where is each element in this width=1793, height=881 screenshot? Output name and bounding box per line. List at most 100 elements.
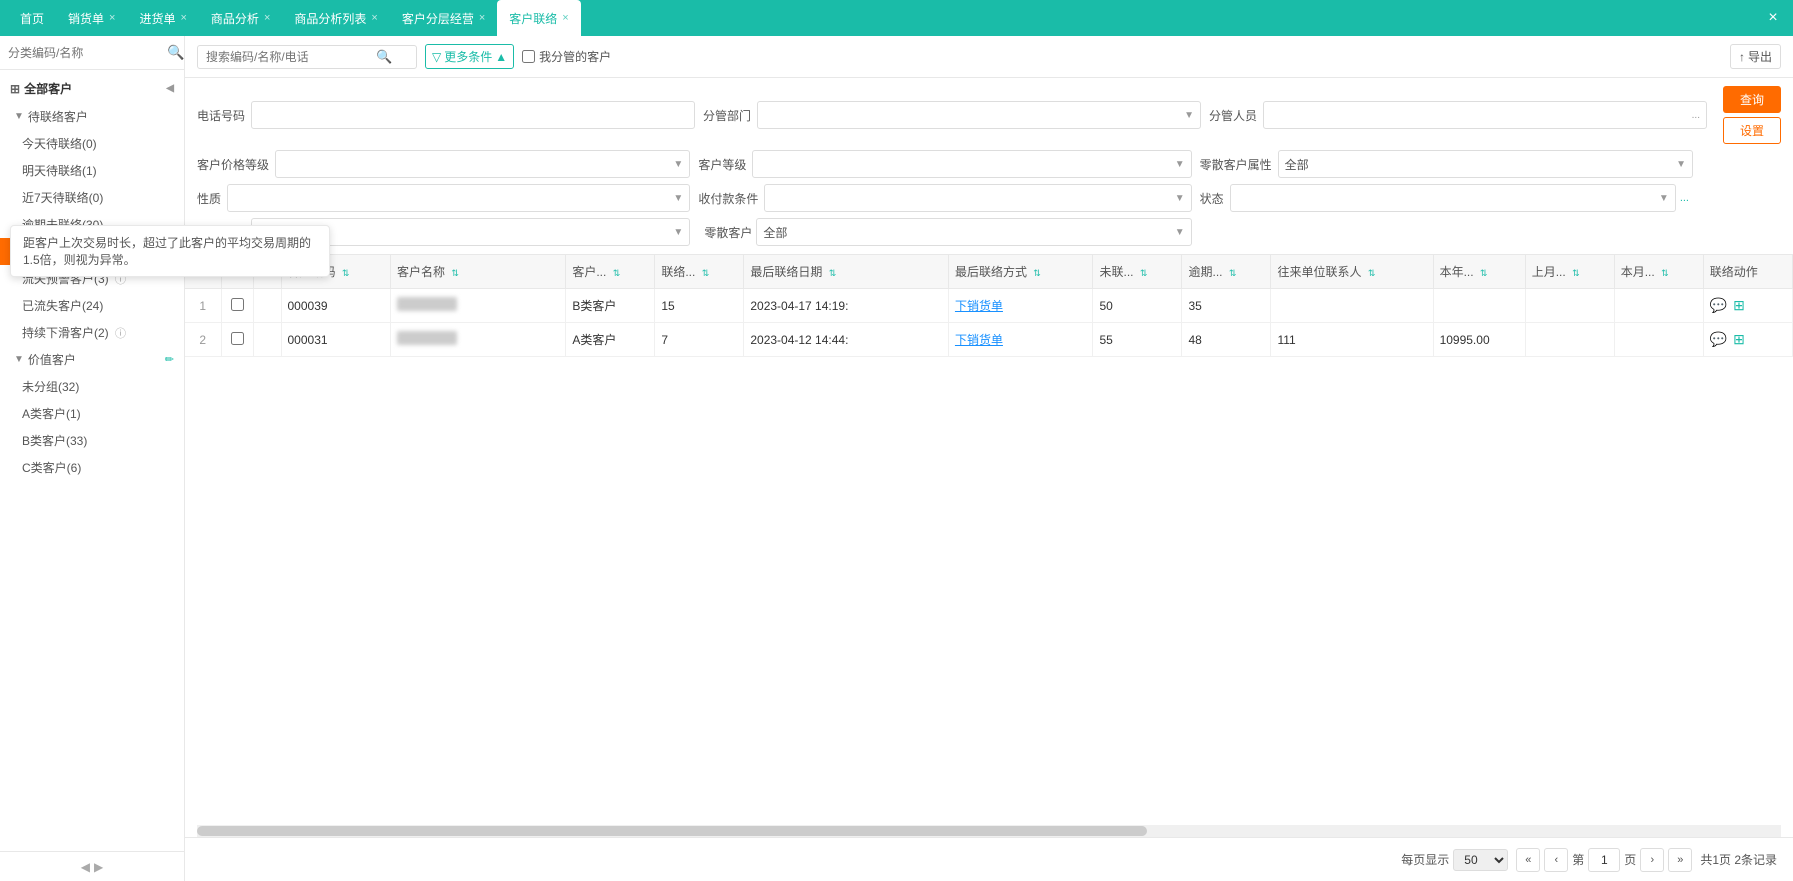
sidebar-item-ungrouped[interactable]: 未分组(32) (0, 373, 184, 400)
per-page-select[interactable]: 50 20 100 (1453, 849, 1508, 871)
nav-product-analysis[interactable]: 商品分析 × (199, 0, 282, 36)
staff-select[interactable]: ... (1263, 101, 1707, 129)
filter-row-2: 客户价格等级 ▼ 客户等级 ▼ 零散客户属性 全部 (197, 150, 1781, 178)
page-number-input[interactable] (1588, 848, 1620, 872)
price-grade-select[interactable]: ▼ (275, 150, 690, 178)
scrollbar-thumb[interactable] (197, 826, 1147, 836)
sidebar-item-declining[interactable]: 持续下滑客户(2) ⓘ (0, 319, 184, 346)
filter-row-3: 性质 ▼ 收付款条件 ▼ 状态 (197, 184, 1781, 212)
col-type[interactable]: 客户... ⇅ (566, 255, 655, 289)
phone-input[interactable] (251, 101, 695, 129)
sidebar-item-tomorrow-pending[interactable]: 明天待联络(1) (0, 157, 184, 184)
my-customers-checkbox[interactable] (522, 50, 535, 63)
last-contact-method[interactable]: 下销货单 (948, 323, 1093, 357)
nav-customer-segmentation[interactable]: 客户分层经营 × (390, 0, 497, 36)
my-customers-checkbox-area[interactable]: 我分管的客户 (522, 48, 611, 65)
col-last-month[interactable]: 上月... ⇅ (1525, 255, 1614, 289)
sidebar-item-b-class[interactable]: B类客户(33) (0, 427, 184, 454)
pending-count: 55 (1093, 323, 1182, 357)
last-contact-method[interactable]: 下销货单 (948, 289, 1093, 323)
sidebar-item-repurchase-abnormal[interactable]: 回购异常客户(2) ⓘ (0, 238, 176, 265)
col-settings[interactable]: ⚙ (253, 255, 281, 289)
last-page-button[interactable]: » (1668, 848, 1692, 872)
search-box: 🔍 (197, 45, 417, 69)
sidebar-item-churn-warning[interactable]: 流失预警客户(3) ⓘ (0, 265, 184, 292)
nav-close-icon[interactable]: × (109, 12, 115, 24)
filter-payment: 收付款条件 ▼ (698, 184, 1191, 212)
retail-attr-select[interactable]: 全部 ▼ (1278, 150, 1693, 178)
window-close-button[interactable]: × (1761, 6, 1785, 30)
sidebar-item-churned[interactable]: 已流失客户(24) (0, 292, 184, 319)
nav-customer-contact[interactable]: 客户联络 × (497, 0, 580, 36)
nav-close-icon[interactable]: × (264, 12, 270, 24)
gender-select[interactable]: ▼ (227, 184, 690, 212)
nav-product-analysis-list[interactable]: 商品分析列表 × (282, 0, 389, 36)
chat-icon[interactable]: 💬 (1710, 331, 1727, 348)
more-dots-button[interactable]: ... (1676, 192, 1693, 204)
sidebar-search-input[interactable] (8, 46, 163, 60)
payment-select[interactable]: ▼ (764, 184, 1191, 212)
sidebar-item-a-class[interactable]: A类客户(1) (0, 400, 184, 427)
scroll-right-icon[interactable]: ▶ (94, 860, 103, 874)
col-last-contact-method[interactable]: 最后联络方式 ⇅ (948, 255, 1093, 289)
col-pending[interactable]: 未联... ⇅ (1093, 255, 1182, 289)
sidebar-search-icon[interactable]: 🔍 (167, 44, 184, 61)
more-filter-button[interactable]: ▽ 更多条件 ▲ (425, 44, 514, 69)
row-checkbox[interactable] (231, 298, 244, 311)
sidebar-group-pending[interactable]: ▼ 待联络客户 (0, 103, 184, 130)
col-this-year[interactable]: 本年... ⇅ (1433, 255, 1525, 289)
first-page-button[interactable]: « (1516, 848, 1540, 872)
col-this-month[interactable]: 本月... ⇅ (1614, 255, 1703, 289)
sidebar-group-value[interactable]: ▼ 价值客户 ✏ (0, 346, 184, 373)
pagination: 每页显示 50 20 100 « ‹ 第 页 › » 共1页 2条记录 (185, 837, 1793, 881)
nav-sales-order[interactable]: 销货单 × (56, 0, 127, 36)
data-section: ⚙ 客户编码 ⇅ 客户名称 ⇅ 客户... ⇅ (185, 255, 1793, 881)
settings-button[interactable]: 设置 (1723, 117, 1781, 144)
row-checkbox[interactable] (231, 332, 244, 345)
filter-actions: 查询 设置 (1723, 86, 1781, 144)
sidebar-item-overdue[interactable]: 逾期未联络(30) (0, 211, 184, 238)
arrow-down-icon: ▼ (14, 111, 24, 122)
horizontal-scrollbar[interactable] (197, 825, 1781, 837)
nav-home[interactable]: 首页 (8, 0, 56, 36)
customer-grade-select[interactable]: ▼ (752, 150, 1191, 178)
nav-close-icon[interactable]: × (479, 12, 485, 24)
grid-action-icon[interactable]: ⊞ (1733, 331, 1745, 348)
main-layout: 🔍 ⊞ 全部客户 ◀ ▼ 待联络客户 今天待联络(0) 明天待联络(1) 近7天… (0, 36, 1793, 881)
customer-type: B类客户 (566, 289, 655, 323)
search-icon[interactable]: 🔍 (376, 49, 392, 65)
table-wrapper[interactable]: ⚙ 客户编码 ⇅ 客户名称 ⇅ 客户... ⇅ (185, 255, 1793, 825)
sidebar-item-c-class[interactable]: C类客户(6) (0, 454, 184, 481)
col-code[interactable]: 客户编码 ⇅ (281, 255, 390, 289)
sidebar-item-7day-pending[interactable]: 近7天待联络(0) (0, 184, 184, 211)
sidebar-item-today-pending[interactable]: 今天待联络(0) (0, 130, 184, 157)
select-all-checkbox[interactable] (231, 264, 244, 277)
nav-close-icon[interactable]: × (371, 12, 377, 24)
status-select[interactable]: ▼ (1230, 184, 1676, 212)
sidebar-all-customers[interactable]: ⊞ 全部客户 ◀ (0, 74, 184, 103)
nav-close-icon[interactable]: × (562, 12, 568, 24)
export-button[interactable]: ↑ 导出 (1730, 44, 1781, 69)
scroll-left-icon[interactable]: ◀ (81, 860, 90, 874)
grid-action-icon[interactable]: ⊞ (1733, 297, 1745, 314)
next-page-button[interactable]: › (1640, 848, 1664, 872)
retail-customer-select[interactable]: 全部 ▼ (756, 218, 1191, 246)
search-input[interactable] (206, 50, 376, 64)
col-last-contact-date[interactable]: 最后联络日期 ⇅ (744, 255, 949, 289)
filter-customer-grade: 客户等级 ▼ (698, 150, 1191, 178)
edit-icon[interactable]: ✏ (165, 353, 174, 366)
dept-select[interactable]: ▼ (757, 101, 1201, 129)
collapse-icon[interactable]: ◀ (166, 83, 174, 94)
query-button[interactable]: 查询 (1723, 86, 1781, 113)
nav-close-icon[interactable]: × (180, 12, 186, 24)
col-overdue[interactable]: 逾期... ⇅ (1182, 255, 1271, 289)
customer-type-select[interactable]: ▼ (251, 218, 690, 246)
prev-page-button[interactable]: ‹ (1544, 848, 1568, 872)
col-contact[interactable]: 联络... ⇅ (655, 255, 744, 289)
chat-icon[interactable]: 💬 (1710, 297, 1727, 314)
nav-purchase-order[interactable]: 进货单 × (127, 0, 198, 36)
sort-icon: ⇅ (1661, 268, 1669, 278)
col-company-contact[interactable]: 往来单位联系人 ⇅ (1271, 255, 1433, 289)
col-name[interactable]: 客户名称 ⇅ (390, 255, 565, 289)
sort-icon: ⇅ (1480, 268, 1488, 278)
